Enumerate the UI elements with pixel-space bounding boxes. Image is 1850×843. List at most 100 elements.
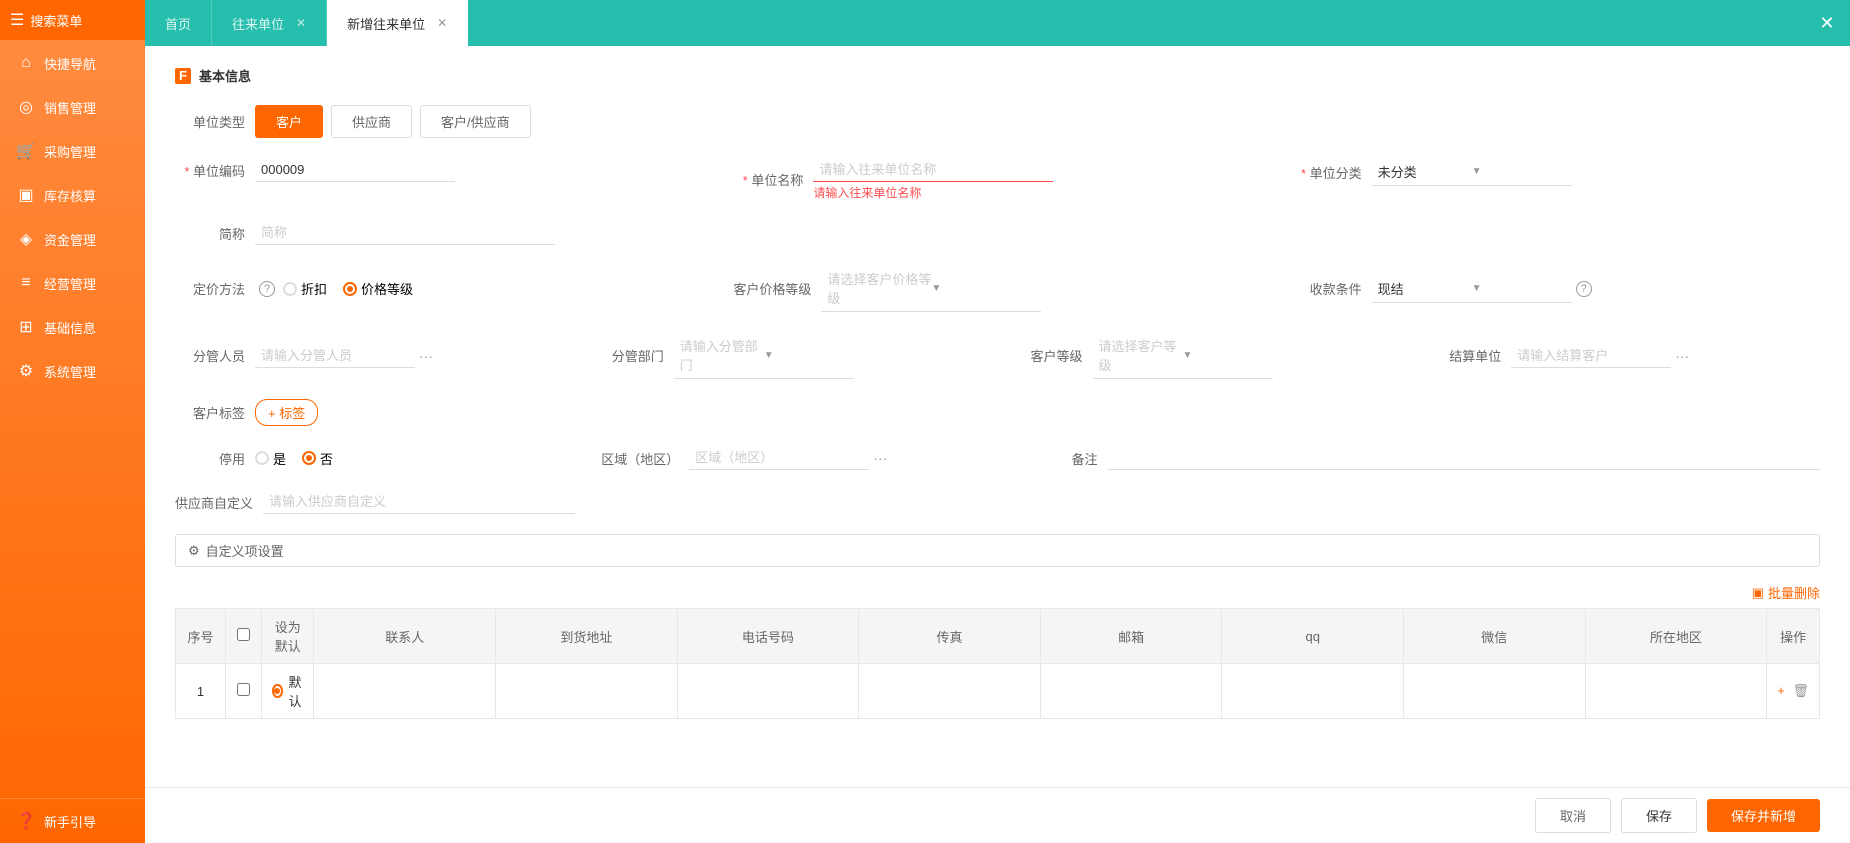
area-input[interactable] bbox=[1596, 680, 1757, 703]
customer-price-placeholder: 请选择客户价格等级 bbox=[827, 269, 931, 307]
cell-seq: 1 bbox=[176, 664, 226, 719]
batch-delete-icon: ▣ bbox=[1752, 585, 1764, 601]
tab-home-label: 首页 bbox=[165, 14, 191, 33]
purchase-icon: 🛒 bbox=[16, 141, 36, 161]
unit-name-input[interactable] bbox=[813, 158, 1053, 182]
save-button[interactable]: 保存 bbox=[1621, 798, 1697, 833]
batch-delete-button[interactable]: 批量删除 bbox=[1768, 583, 1820, 602]
unit-category-select[interactable]: 未分类 ▼ bbox=[1372, 158, 1572, 186]
section-icon: F bbox=[175, 68, 191, 84]
manager-input[interactable] bbox=[255, 344, 415, 368]
table-header-row: 序号 设为默认 联系人 到货地址 电话号码 传真 邮箱 qq 微信 所在地区 操… bbox=[176, 609, 1820, 664]
disabled-no-option[interactable]: 否 bbox=[302, 449, 333, 468]
unit-type-row: 单位类型 客户 供应商 客户/供应商 bbox=[175, 105, 1820, 138]
payment-label: 收款条件 bbox=[1292, 279, 1372, 298]
payment-select[interactable]: 现结 ▼ bbox=[1372, 275, 1572, 303]
customer-price-arrow: ▼ bbox=[931, 283, 1035, 294]
tab-contacts-close[interactable]: ✕ bbox=[296, 16, 306, 30]
notes-label: 备注 bbox=[1028, 449, 1108, 468]
delete-row-button[interactable]: 🗑 bbox=[1792, 683, 1809, 698]
contact-input[interactable] bbox=[324, 680, 485, 703]
disabled-yes-option[interactable]: 是 bbox=[255, 449, 286, 468]
pricing-discount-radio[interactable] bbox=[283, 282, 297, 296]
disabled-yes-radio[interactable] bbox=[255, 451, 269, 465]
manager-more[interactable]: ··· bbox=[419, 348, 433, 364]
pricing-discount-option[interactable]: 折扣 bbox=[283, 279, 327, 298]
payment-arrow: ▼ bbox=[1472, 283, 1566, 294]
sidebar-item-quick-nav[interactable]: ⌂ 快捷导航 bbox=[0, 41, 145, 85]
col-fax: 传真 bbox=[859, 609, 1041, 664]
sidebar-item-purchase[interactable]: 🛒 采购管理 bbox=[0, 129, 145, 173]
search-menu-label: 搜索菜单 bbox=[30, 11, 82, 30]
tab-new-contact-close[interactable]: ✕ bbox=[437, 16, 447, 30]
qq-input[interactable] bbox=[1232, 680, 1393, 703]
department-select[interactable]: 请输入分管部门 ▼ bbox=[674, 332, 854, 379]
settlement-input[interactable] bbox=[1511, 344, 1671, 368]
tab-home[interactable]: 首页 bbox=[145, 0, 212, 46]
disabled-yes-label: 是 bbox=[273, 449, 286, 468]
customer-price-select[interactable]: 请选择客户价格等级 ▼ bbox=[821, 265, 1041, 312]
pricing-level-radio[interactable] bbox=[343, 282, 357, 296]
col-qq: qq bbox=[1222, 609, 1404, 664]
sidebar-item-sales[interactable]: ◎ 销售管理 bbox=[0, 85, 145, 129]
tab-new-contact[interactable]: 新增往来单位 ✕ bbox=[327, 0, 468, 46]
section-header: F 基本信息 bbox=[175, 66, 1820, 85]
select-all-checkbox[interactable] bbox=[237, 628, 250, 641]
custom-settings-button[interactable]: ⚙ 自定义项设置 bbox=[175, 534, 1820, 567]
fax-input[interactable] bbox=[869, 680, 1030, 703]
department-group: 分管部门 请输入分管部门 ▼ bbox=[594, 332, 983, 379]
search-menu[interactable]: ☰ 搜索菜单 bbox=[0, 0, 145, 41]
region-more[interactable]: ··· bbox=[873, 450, 887, 466]
region-input[interactable] bbox=[689, 446, 869, 470]
window-close-button[interactable]: ✕ bbox=[1804, 0, 1850, 46]
sidebar-item-system[interactable]: ⚙ 系统管理 bbox=[0, 349, 145, 393]
supplier-custom-label: 供应商自定义 bbox=[175, 493, 263, 512]
default-radio-option[interactable]: 默认 bbox=[272, 672, 303, 710]
wechat-input[interactable] bbox=[1414, 680, 1575, 703]
pricing-level-option[interactable]: 价格等级 bbox=[343, 279, 413, 298]
sidebar-label-basic-info: 基础信息 bbox=[44, 318, 96, 337]
sidebar-item-newbie[interactable]: ❓ 新手引导 bbox=[0, 799, 145, 843]
unit-category-group: 单位分类 未分类 ▼ bbox=[1292, 158, 1820, 186]
address-input[interactable] bbox=[506, 680, 667, 703]
main-area: 首页 往来单位 ✕ 新增往来单位 ✕ ✕ F 基本信息 单位类型 客户 bbox=[145, 0, 1850, 843]
col-seq: 序号 bbox=[176, 609, 226, 664]
notes-group: 备注 bbox=[1028, 446, 1821, 470]
email-input[interactable] bbox=[1051, 680, 1212, 703]
default-radio[interactable] bbox=[272, 684, 283, 698]
tab-contacts-label: 往来单位 bbox=[232, 14, 284, 33]
cancel-button[interactable]: 取消 bbox=[1535, 798, 1611, 833]
tab-contacts[interactable]: 往来单位 ✕ bbox=[212, 0, 327, 46]
unit-name-group: 单位名称 请输入往来单位名称 bbox=[733, 158, 1261, 201]
cell-area bbox=[1585, 664, 1767, 719]
payment-help-icon[interactable]: ? bbox=[1576, 281, 1592, 297]
add-tag-button[interactable]: + 标签 bbox=[255, 399, 318, 426]
footer-bar: 取消 保存 保存并新增 bbox=[145, 787, 1850, 843]
short-name-input[interactable] bbox=[255, 221, 555, 245]
cell-fax bbox=[859, 664, 1041, 719]
settlement-more[interactable]: ··· bbox=[1675, 348, 1689, 364]
add-row-button[interactable]: + bbox=[1777, 683, 1785, 698]
unit-category-value: 未分类 bbox=[1378, 162, 1472, 181]
manager-group: 分管人员 ··· bbox=[175, 344, 564, 368]
sidebar-item-capital[interactable]: ◈ 资金管理 bbox=[0, 217, 145, 261]
row-checkbox[interactable] bbox=[237, 683, 250, 696]
col-default: 设为默认 bbox=[262, 609, 314, 664]
type-btn-supplier[interactable]: 供应商 bbox=[331, 105, 412, 138]
notes-input[interactable] bbox=[1108, 446, 1821, 470]
unit-code-input[interactable] bbox=[255, 158, 455, 182]
contact-table: 序号 设为默认 联系人 到货地址 电话号码 传真 邮箱 qq 微信 所在地区 操… bbox=[175, 608, 1820, 719]
phone-input[interactable] bbox=[688, 680, 849, 703]
pricing-help-icon[interactable]: ? bbox=[259, 281, 275, 297]
system-icon: ⚙ bbox=[16, 361, 36, 381]
customer-level-select[interactable]: 请选择客户等级 ▼ bbox=[1093, 332, 1273, 379]
sidebar-item-basic-info[interactable]: ⊞ 基础信息 bbox=[0, 305, 145, 349]
batch-delete-area: ▣ 批量删除 bbox=[175, 583, 1820, 602]
type-btn-both[interactable]: 客户/供应商 bbox=[420, 105, 531, 138]
sidebar-item-inventory[interactable]: ▣ 库存核算 bbox=[0, 173, 145, 217]
save-new-button[interactable]: 保存并新增 bbox=[1707, 799, 1820, 832]
sidebar-item-operations[interactable]: ≡ 经营管理 bbox=[0, 261, 145, 305]
supplier-custom-input[interactable] bbox=[263, 490, 575, 514]
type-btn-customer[interactable]: 客户 bbox=[255, 105, 323, 138]
disabled-no-radio[interactable] bbox=[302, 451, 316, 465]
